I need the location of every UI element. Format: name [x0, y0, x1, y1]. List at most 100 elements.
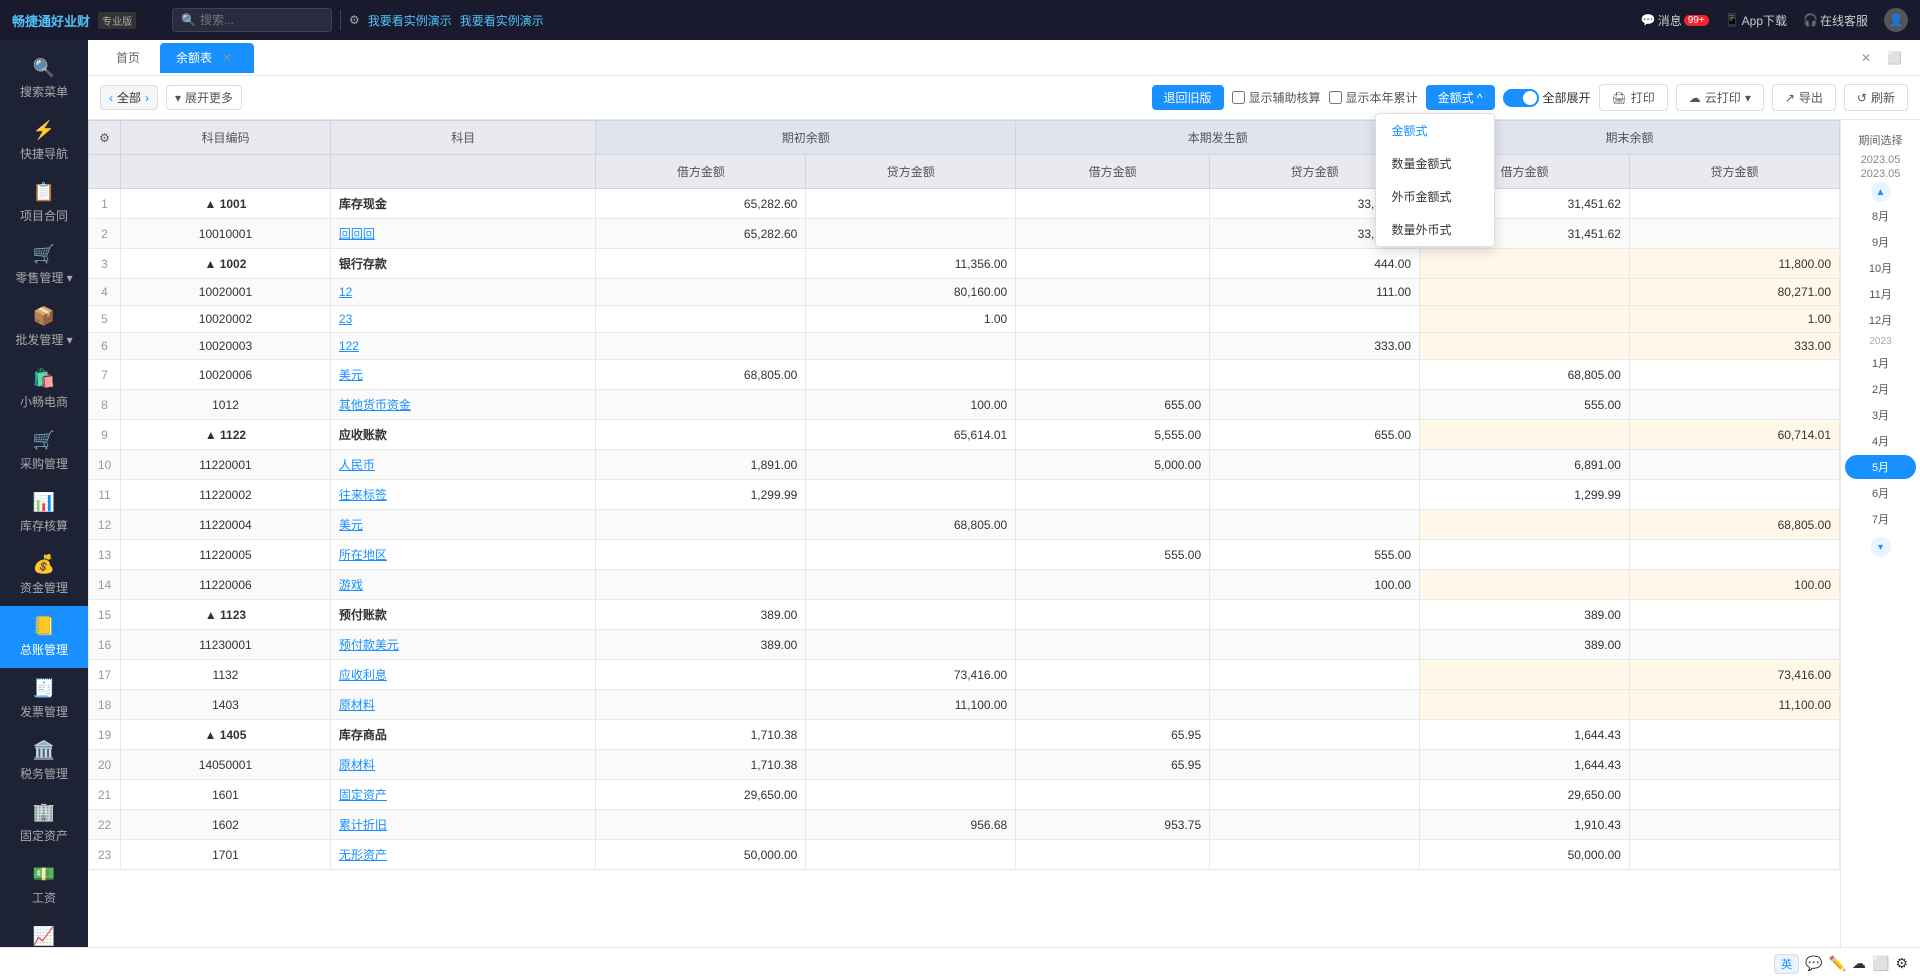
refresh-btn[interactable]: ↺ 刷新 [1844, 84, 1908, 111]
bottom-icon-chat[interactable]: 💬 [1805, 955, 1822, 972]
account-link[interactable]: 12 [339, 285, 352, 299]
type-option-foreign-amount[interactable]: 外币金额式 [1376, 180, 1494, 213]
sidebar-item-inventory[interactable]: 📊 库存核算 [0, 482, 88, 544]
export-btn[interactable]: ↗ 导出 [1772, 84, 1836, 111]
td-name[interactable]: 人民币 [330, 450, 595, 480]
sidebar-item-finance[interactable]: 💰 资金管理 [0, 544, 88, 606]
demo-link-text[interactable]: 我要看实例演示 [460, 12, 544, 29]
td-name[interactable]: 回回回 [330, 219, 595, 249]
td-name[interactable]: 无形资产 [330, 840, 595, 870]
message-btn[interactable]: 💬 消息 99+ [1641, 12, 1709, 29]
td-name[interactable]: 美元 [330, 360, 595, 390]
period-7[interactable]: 7月 [1845, 507, 1916, 531]
account-link[interactable]: 所在地区 [339, 548, 387, 562]
td-name[interactable]: 往来标签 [330, 480, 595, 510]
demo-link[interactable]: 我要看实例演示 [368, 12, 452, 29]
td-name[interactable]: 23 [330, 306, 595, 333]
cloud-print-btn[interactable]: ☁ 云打印 ▾ [1676, 84, 1764, 111]
sidebar-item-ledger[interactable]: 📒 总账管理 [0, 606, 88, 668]
close-tab-btn[interactable]: ✕ [1855, 49, 1877, 67]
bottom-icon-cloud[interactable]: ☁ [1852, 955, 1866, 972]
period-3[interactable]: 3月 [1845, 403, 1916, 427]
sidebar-item-project[interactable]: 📋 项目合同 [0, 172, 88, 234]
period-2[interactable]: 2月 [1845, 377, 1916, 401]
period-10[interactable]: 10月 [1845, 256, 1916, 280]
type-dropdown-btn[interactable]: 金额式 ^ [1426, 85, 1495, 110]
account-link[interactable]: 原材料 [339, 698, 375, 712]
period-6[interactable]: 6月 [1845, 481, 1916, 505]
account-link[interactable]: 预付款美元 [339, 638, 399, 652]
bottom-icon-settings[interactable]: ⚙ [1895, 955, 1908, 972]
subsidiary-checkbox[interactable] [1232, 91, 1245, 104]
period-4[interactable]: 4月 [1845, 429, 1916, 453]
return-old-btn[interactable]: 退回旧版 [1152, 85, 1224, 110]
account-link[interactable]: 122 [339, 339, 359, 353]
th-settings[interactable]: ⚙ [89, 121, 121, 155]
period-8[interactable]: 8月 [1845, 204, 1916, 228]
search-box[interactable]: 🔍 [172, 8, 332, 32]
sidebar-item-search[interactable]: 🔍 搜索菜单 [0, 48, 88, 110]
period-11[interactable]: 11月 [1845, 282, 1916, 306]
sidebar-item-wholesale[interactable]: 📦 批发管理 ▾ [0, 296, 88, 358]
account-link[interactable]: 无形资产 [339, 848, 387, 862]
account-link[interactable]: 游戏 [339, 578, 363, 592]
td-name[interactable]: 所在地区 [330, 540, 595, 570]
td-name[interactable]: 原材料 [330, 750, 595, 780]
sidebar-item-purchase[interactable]: 🛒 采购管理 [0, 420, 88, 482]
sidebar-item-assets[interactable]: 🏢 固定资产 [0, 792, 88, 854]
td-name[interactable]: 美元 [330, 510, 595, 540]
sidebar-item-quick-nav[interactable]: ⚡ 快捷导航 [0, 110, 88, 172]
account-link[interactable]: 往来标签 [339, 488, 387, 502]
collapse-up-btn[interactable]: ▲ [1871, 182, 1891, 202]
td-name[interactable]: 应收利息 [330, 660, 595, 690]
account-link[interactable]: 应收利息 [339, 668, 387, 682]
td-name[interactable]: 原材料 [330, 690, 595, 720]
type-option-amount[interactable]: 金额式 [1376, 114, 1494, 147]
account-link[interactable]: 其他货币资金 [339, 398, 411, 412]
sidebar-item-ecommerce[interactable]: 🛍️ 小畅电商 [0, 358, 88, 420]
sidebar-item-invoice[interactable]: 🧾 发票管理 [0, 668, 88, 730]
period-12[interactable]: 12月 [1845, 308, 1916, 332]
td-name[interactable]: 12 [330, 279, 595, 306]
expand-btn[interactable]: ▾ 展开更多 [166, 85, 242, 110]
tab-balance[interactable]: 余额表 ✕ [160, 43, 254, 73]
bottom-icon-edit[interactable]: ✏️ [1829, 955, 1846, 972]
maximize-btn[interactable]: ⬜ [1881, 49, 1908, 67]
breadcrumb-forward-icon[interactable]: › [145, 91, 149, 105]
user-avatar[interactable]: 👤 [1884, 8, 1908, 32]
account-link[interactable]: 23 [339, 312, 352, 326]
td-name[interactable]: 固定资产 [330, 780, 595, 810]
account-link[interactable]: 回回回 [339, 227, 375, 241]
td-name[interactable]: 122 [330, 333, 595, 360]
show-year-check[interactable]: 显示本年累计 [1329, 89, 1418, 106]
tab-close-balance[interactable]: ✕ [216, 49, 238, 67]
search-input[interactable] [200, 13, 300, 27]
sidebar-item-tax[interactable]: 🏛️ 税务管理 [0, 730, 88, 792]
breadcrumb-back-icon[interactable]: ‹ [109, 91, 113, 105]
sidebar-item-payroll[interactable]: 💵 工资 [0, 854, 88, 916]
type-option-qty-foreign[interactable]: 数量外币式 [1376, 213, 1494, 246]
account-link[interactable]: 累计折旧 [339, 818, 387, 832]
bottom-icon-cn[interactable]: 英 [1774, 954, 1799, 974]
td-name[interactable]: 累计折旧 [330, 810, 595, 840]
period-9[interactable]: 9月 [1845, 230, 1916, 254]
online-service-btn[interactable]: 🎧 在线客服 [1803, 12, 1868, 29]
expand-all-switch[interactable] [1503, 89, 1539, 107]
collapse-down-btn[interactable]: ▾ [1871, 537, 1891, 557]
period-5[interactable]: 5月 [1845, 455, 1916, 479]
account-link[interactable]: 固定资产 [339, 788, 387, 802]
show-subsidiary-check[interactable]: 显示辅助核算 [1232, 89, 1321, 106]
td-name[interactable]: 游戏 [330, 570, 595, 600]
bottom-icon-box[interactable]: ⬜ [1872, 955, 1889, 972]
account-link[interactable]: 原材料 [339, 758, 375, 772]
td-name[interactable]: 其他货币资金 [330, 390, 595, 420]
type-option-qty-amount[interactable]: 数量金额式 [1376, 147, 1494, 180]
app-download-btn[interactable]: 📱 App下载 [1725, 12, 1787, 29]
account-link[interactable]: 人民币 [339, 458, 375, 472]
account-link[interactable]: 美元 [339, 518, 363, 532]
year-checkbox[interactable] [1329, 91, 1342, 104]
tab-home[interactable]: 首页 [100, 43, 156, 72]
print-btn[interactable]: 🖨 打印 [1599, 84, 1668, 111]
period-1[interactable]: 1月 [1845, 351, 1916, 375]
td-name[interactable]: 预付款美元 [330, 630, 595, 660]
